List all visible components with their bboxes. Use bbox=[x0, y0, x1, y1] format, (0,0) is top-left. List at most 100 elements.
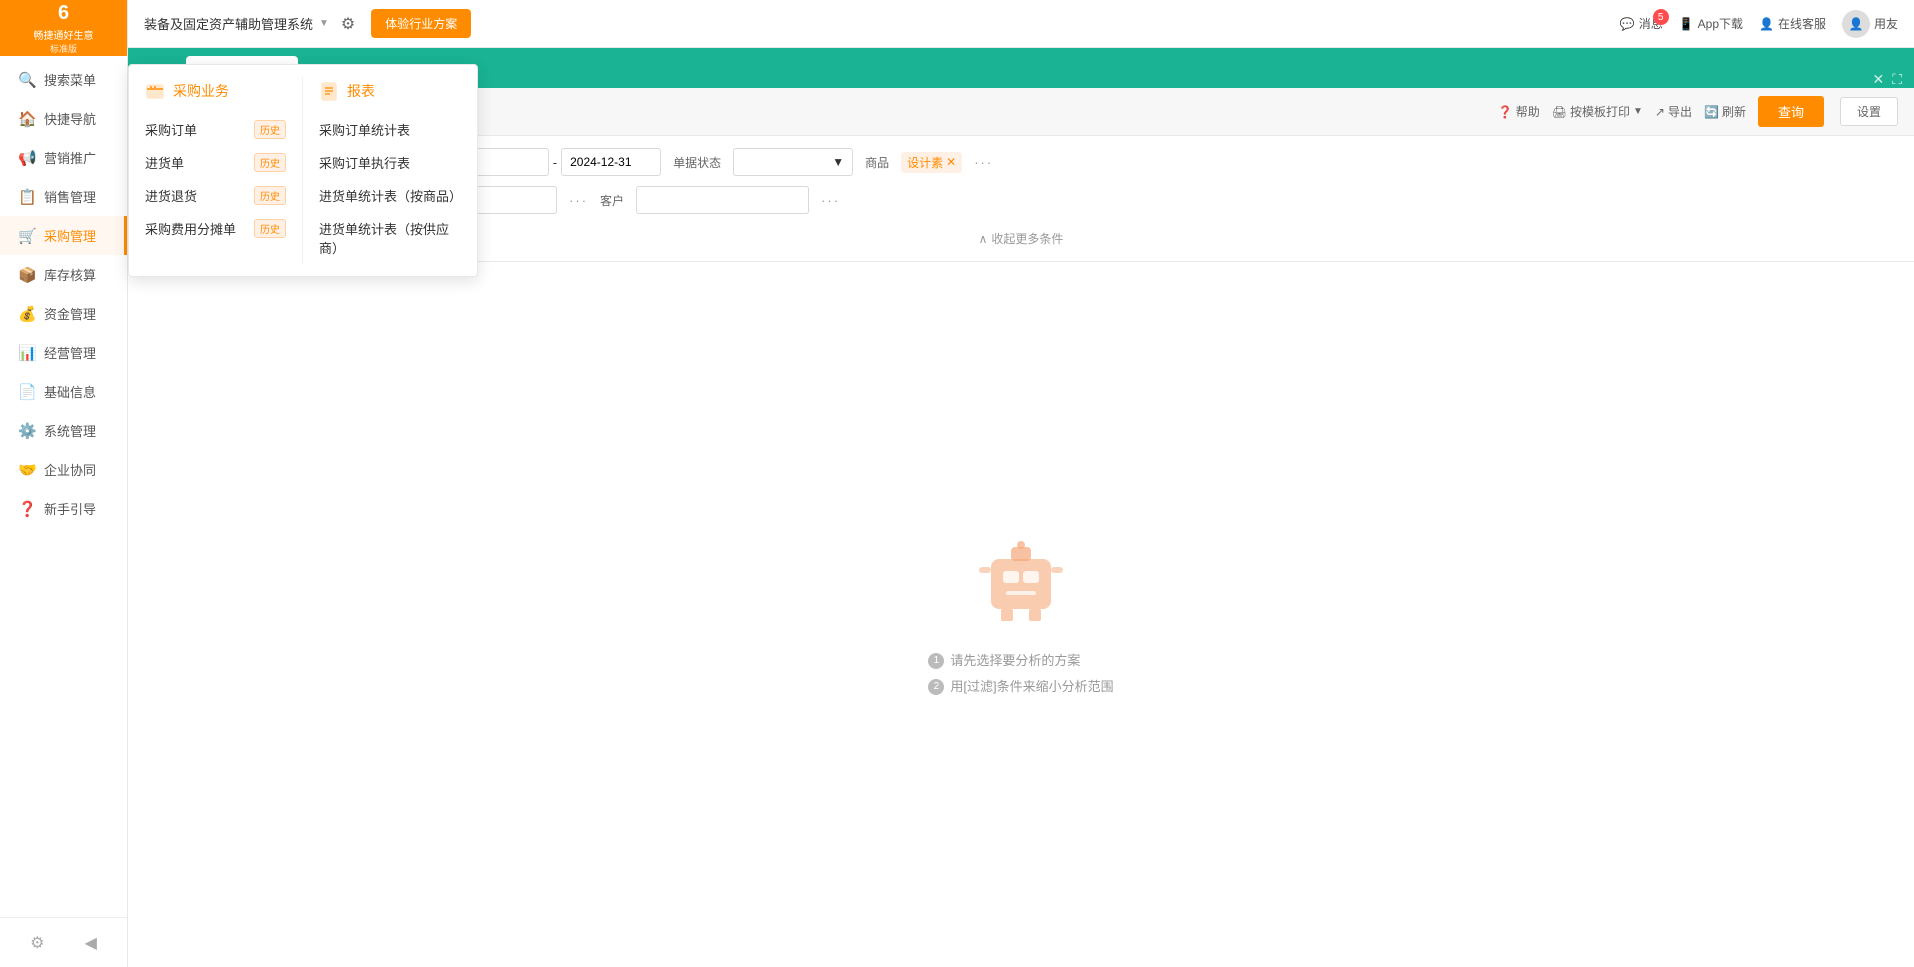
history-badge-2: 历史 bbox=[254, 186, 286, 205]
empty-tip-2: 2 用[过滤]条件来缩小分析范围 bbox=[928, 674, 1113, 700]
logo-line1: 畅捷通好生意 bbox=[34, 27, 94, 42]
sidebar-item-guide[interactable]: ❓ 新手引导 bbox=[0, 489, 127, 528]
system-title: 装备及固定资产辅助管理系统 bbox=[144, 14, 313, 33]
search-icon: 🔍 bbox=[18, 71, 36, 89]
goods-more-btn[interactable]: ··· bbox=[974, 155, 993, 170]
help-icon: ❓ bbox=[1498, 105, 1513, 119]
settings-footer-btn[interactable]: ⚙ bbox=[30, 933, 44, 953]
purchase-return-label: 进货退货 bbox=[145, 186, 197, 205]
date-end-input[interactable] bbox=[561, 148, 661, 176]
settings-btn[interactable]: 设置 bbox=[1840, 97, 1898, 126]
empty-tips: 1 请先选择要分析的方案 2 用[过滤]条件来缩小分析范围 bbox=[928, 648, 1113, 700]
system-title-btn[interactable]: 装备及固定资产辅助管理系统 ▼ bbox=[144, 14, 329, 33]
system-icon: ⚙️ bbox=[18, 422, 36, 440]
sidebar-item-label: 采购管理 bbox=[44, 226, 96, 245]
query-btn[interactable]: 查询 bbox=[1758, 96, 1824, 127]
export-label: 导出 bbox=[1668, 103, 1692, 120]
sidebar-footer: ⚙ ◀ bbox=[0, 917, 127, 967]
customer-more-btn[interactable]: ··· bbox=[821, 193, 840, 208]
tip-text-2: 用[过滤]条件来缩小分析范围 bbox=[950, 674, 1113, 700]
dropdown-item-report-receive-goods[interactable]: 进货单统计表（按商品） bbox=[319, 179, 461, 212]
sidebar-item-label: 经营管理 bbox=[44, 343, 96, 362]
customer-input[interactable] bbox=[636, 186, 809, 214]
sidebar-item-search[interactable]: 🔍 搜索菜单 bbox=[0, 60, 127, 99]
operation-icon: 📊 bbox=[18, 344, 36, 362]
logo-icon: 6 bbox=[58, 2, 69, 25]
report-section-icon bbox=[319, 81, 339, 101]
dropdown-item-purchase-expense[interactable]: 采购费用分摊单 历史 bbox=[145, 212, 286, 245]
report-section-title: 报表 bbox=[319, 77, 461, 105]
refresh-label: 刷新 bbox=[1722, 103, 1746, 120]
sidebar-logo[interactable]: 6 畅捷通好生意 标准版 bbox=[0, 0, 127, 56]
close-window-btn[interactable]: ✕ bbox=[1872, 71, 1884, 88]
empty-illustration bbox=[961, 529, 1081, 629]
tip-num-1: 1 bbox=[928, 653, 944, 669]
marketing-icon: 📢 bbox=[18, 149, 36, 167]
goods-tag: 设计素 ✕ bbox=[901, 152, 962, 173]
sidebar-item-quick-nav[interactable]: 🏠 快捷导航 bbox=[0, 99, 127, 138]
purchase-expense-label: 采购费用分摊单 bbox=[145, 219, 236, 238]
sidebar-item-label: 销售管理 bbox=[44, 187, 96, 206]
salesperson-more-btn[interactable]: ··· bbox=[569, 193, 588, 208]
topbar-settings-btn[interactable]: ⚙ bbox=[341, 14, 355, 34]
export-btn[interactable]: ↗ 导出 bbox=[1655, 103, 1692, 120]
user-btn[interactable]: 👤 用友 bbox=[1842, 10, 1898, 38]
sidebar-item-finance[interactable]: 💰 资金管理 bbox=[0, 294, 127, 333]
sidebar-item-label: 搜索菜单 bbox=[44, 70, 96, 89]
dropdown-item-report-order-stat[interactable]: 采购订单统计表 bbox=[319, 113, 461, 146]
dropdown-item-purchase-order[interactable]: 采购订单 历史 bbox=[145, 113, 286, 146]
print-arrow-icon: ▼ bbox=[1633, 106, 1643, 117]
message-btn[interactable]: 💬 消息 5 bbox=[1620, 15, 1663, 32]
fullscreen-btn[interactable]: ⛶ bbox=[1892, 71, 1902, 88]
service-icon: 👤 bbox=[1759, 17, 1774, 31]
status-select[interactable]: ▼ bbox=[733, 148, 853, 176]
print-btn[interactable]: 🖨 按模板打印 ▼ bbox=[1552, 103, 1643, 120]
customer-filter-label: 客户 bbox=[600, 192, 624, 209]
app-label: App下载 bbox=[1698, 15, 1743, 32]
refresh-btn[interactable]: 🔄 刷新 bbox=[1704, 103, 1746, 120]
date-separator: - bbox=[553, 155, 557, 170]
dropdown-item-report-receive-supplier[interactable]: 进货单统计表（按供应商） bbox=[319, 212, 461, 264]
sidebar-item-sales[interactable]: 📋 销售管理 bbox=[0, 177, 127, 216]
collapse-sidebar-btn[interactable]: ◀ bbox=[85, 933, 97, 953]
goods-tag-value: 设计素 bbox=[907, 154, 943, 171]
print-label: 按模板打印 bbox=[1570, 103, 1630, 120]
dropdown-item-purchase-receive[interactable]: 进货单 历史 bbox=[145, 146, 286, 179]
online-service-btn[interactable]: 👤 在线客服 bbox=[1759, 15, 1826, 32]
purchase-section-label: 采购业务 bbox=[173, 81, 229, 101]
tip-text-1: 请先选择要分析的方案 bbox=[950, 648, 1080, 674]
sidebar-item-purchase[interactable]: 🛒 采购管理 bbox=[0, 216, 127, 255]
report-order-exec-label: 采购订单执行表 bbox=[319, 153, 410, 172]
trial-btn[interactable]: 体验行业方案 bbox=[371, 9, 471, 38]
report-order-stat-label: 采购订单统计表 bbox=[319, 120, 410, 139]
avatar: 👤 bbox=[1842, 10, 1870, 38]
sidebar-item-label: 营销推广 bbox=[44, 148, 96, 167]
app-download-btn[interactable]: 📱 App下载 bbox=[1679, 15, 1743, 32]
topbar: 装备及固定资产辅助管理系统 ▼ ⚙ 体验行业方案 💬 消息 5 📱 App下载 … bbox=[128, 0, 1914, 48]
dropdown-purchase-col: 采购业务 采购订单 历史 进货单 历史 进货退货 历史 采购费用分摊单 历史 bbox=[129, 77, 303, 264]
report-receive-supplier-label: 进货单统计表（按供应商） bbox=[319, 219, 461, 257]
dropdown-grid: 采购业务 采购订单 历史 进货单 历史 进货退货 历史 采购费用分摊单 历史 bbox=[129, 77, 477, 264]
dropdown-item-report-order-exec[interactable]: 采购订单执行表 bbox=[319, 146, 461, 179]
sidebar-item-marketing[interactable]: 📢 营销推广 bbox=[0, 138, 127, 177]
sidebar-item-base-info[interactable]: 📄 基础信息 bbox=[0, 372, 127, 411]
goods-tag-close[interactable]: ✕ bbox=[946, 155, 956, 169]
base-info-icon: 📄 bbox=[18, 383, 36, 401]
sidebar-item-operation[interactable]: 📊 经营管理 bbox=[0, 333, 127, 372]
status-select-arrow: ▼ bbox=[832, 155, 844, 169]
sidebar-item-inventory[interactable]: 📦 库存核算 bbox=[0, 255, 127, 294]
sidebar: 6 畅捷通好生意 标准版 🔍 搜索菜单 🏠 快捷导航 📢 营销推广 📋 销售管理 bbox=[0, 0, 128, 967]
tip-num-2: 2 bbox=[928, 679, 944, 695]
sidebar-item-label: 库存核算 bbox=[44, 265, 96, 284]
dropdown-item-purchase-return[interactable]: 进货退货 历史 bbox=[145, 179, 286, 212]
history-badge-3: 历史 bbox=[254, 219, 286, 238]
refresh-icon: 🔄 bbox=[1704, 105, 1719, 119]
report-receive-goods-label: 进货单统计表（按商品） bbox=[319, 186, 461, 205]
topbar-right: 💬 消息 5 📱 App下载 👤 在线客服 👤 用友 bbox=[1620, 10, 1898, 38]
inventory-icon: 📦 bbox=[18, 266, 36, 284]
help-btn[interactable]: ❓ 帮助 bbox=[1498, 103, 1540, 120]
help-label: 帮助 bbox=[1516, 103, 1540, 120]
sidebar-item-system[interactable]: ⚙️ 系统管理 bbox=[0, 411, 127, 450]
sidebar-item-enterprise[interactable]: 🤝 企业协同 bbox=[0, 450, 127, 489]
sidebar-item-label: 企业协同 bbox=[44, 460, 96, 479]
